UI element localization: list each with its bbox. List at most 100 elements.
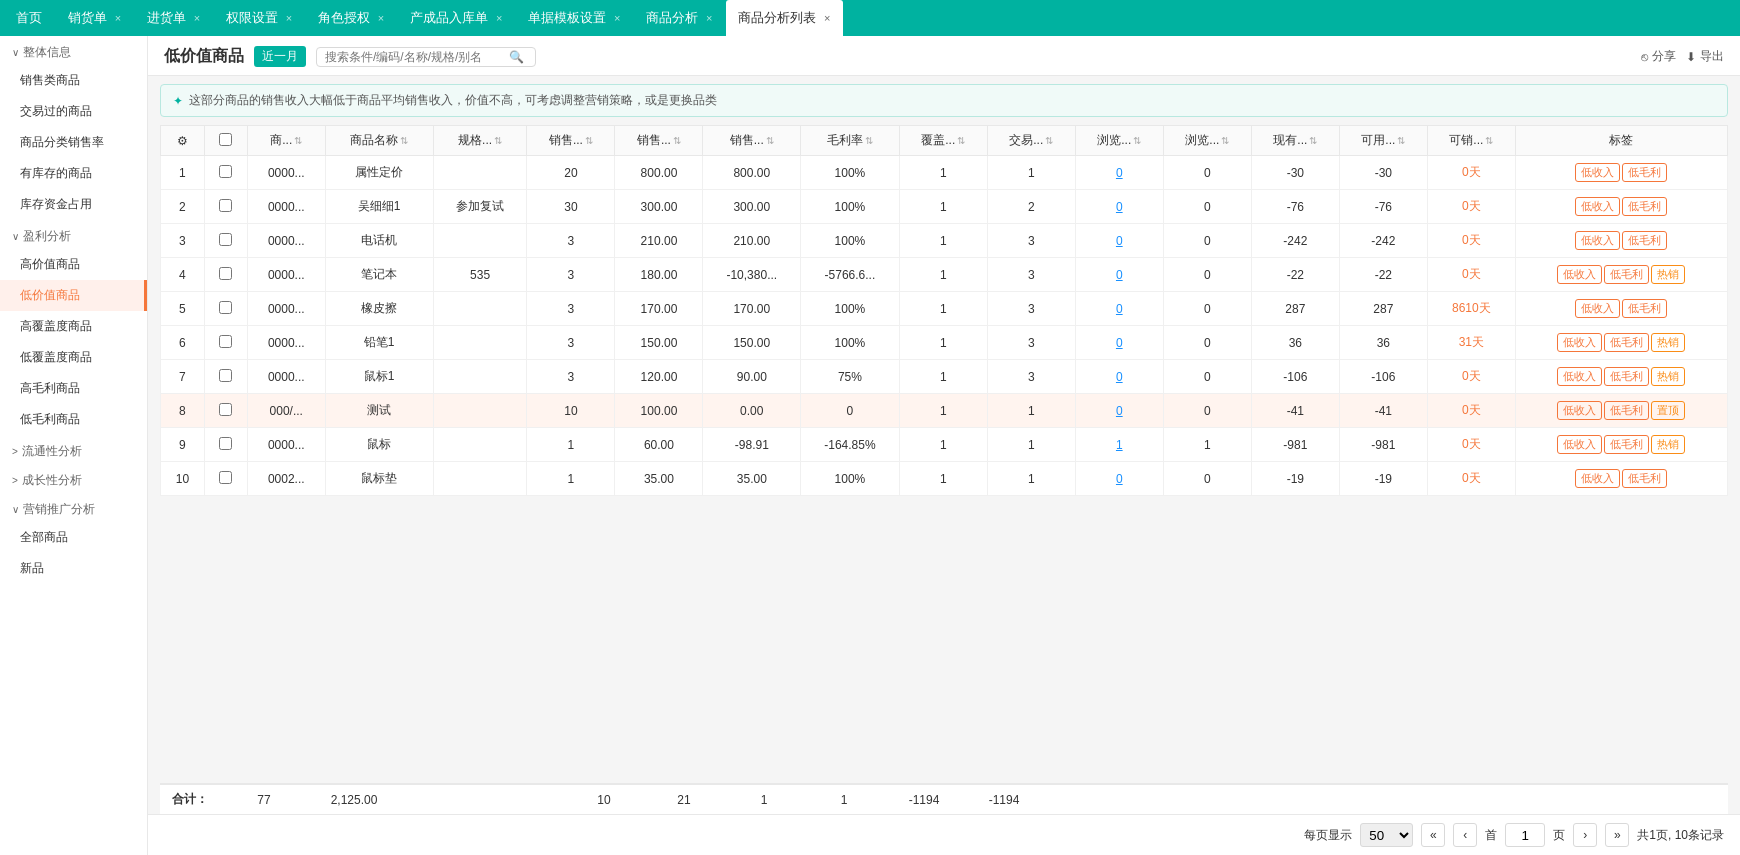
- row-checkbox[interactable]: [219, 301, 232, 314]
- col-code[interactable]: 商...⇅: [248, 126, 325, 156]
- sidebar-item-low-value[interactable]: 低价值商品: [0, 280, 147, 311]
- sidebar-group-growth[interactable]: > 成长性分析: [0, 464, 147, 493]
- export-button[interactable]: ⬇ 导出: [1686, 48, 1724, 65]
- sidebar-item-stock-funds[interactable]: 库存资金占用: [0, 189, 147, 220]
- col-name[interactable]: 商品名称⇅: [325, 126, 433, 156]
- cell-col11[interactable]: 0: [1075, 156, 1163, 190]
- sidebar-item-high-value[interactable]: 高价值商品: [0, 249, 147, 280]
- browse-link[interactable]: 0: [1116, 370, 1123, 384]
- browse-link[interactable]: 0: [1116, 268, 1123, 282]
- col-trade[interactable]: 交易...⇅: [987, 126, 1075, 156]
- close-roles-icon[interactable]: ×: [378, 12, 384, 24]
- cell-checkbox[interactable]: [204, 428, 247, 462]
- cell-checkbox[interactable]: [204, 360, 247, 394]
- nav-product-analysis-list[interactable]: 商品分析列表 ×: [726, 0, 842, 36]
- col-margin[interactable]: 毛利率⇅: [801, 126, 900, 156]
- col-browse2[interactable]: 浏览...⇅: [1163, 126, 1251, 156]
- sidebar-item-category-sales[interactable]: 商品分类销售率: [0, 127, 147, 158]
- search-input[interactable]: [325, 50, 505, 64]
- browse-link[interactable]: 0: [1116, 200, 1123, 214]
- sidebar-item-traded-goods[interactable]: 交易过的商品: [0, 96, 147, 127]
- close-purchase-icon[interactable]: ×: [194, 12, 200, 24]
- select-all-checkbox[interactable]: [219, 133, 232, 146]
- cell-col11[interactable]: 0: [1075, 462, 1163, 496]
- sidebar-item-low-coverage[interactable]: 低覆盖度商品: [0, 342, 147, 373]
- close-permissions-icon[interactable]: ×: [286, 12, 292, 24]
- cell-col11[interactable]: 1: [1075, 428, 1163, 462]
- sidebar-group-overall[interactable]: ∨ 整体信息: [0, 36, 147, 65]
- next-page-button[interactable]: ›: [1573, 823, 1597, 847]
- browse-link[interactable]: 0: [1116, 302, 1123, 316]
- sidebar-item-sales-goods[interactable]: 销售类商品: [0, 65, 147, 96]
- col-browse1[interactable]: 浏览...⇅: [1075, 126, 1163, 156]
- row-checkbox[interactable]: [219, 165, 232, 178]
- cell-col11[interactable]: 0: [1075, 258, 1163, 292]
- cell-checkbox[interactable]: [204, 190, 247, 224]
- sidebar-item-all-goods[interactable]: 全部商品: [0, 522, 147, 553]
- sidebar-item-high-margin[interactable]: 高毛利商品: [0, 373, 147, 404]
- cell-checkbox[interactable]: [204, 156, 247, 190]
- first-page-button[interactable]: «: [1421, 823, 1445, 847]
- cell-checkbox[interactable]: [204, 394, 247, 428]
- nav-purchase[interactable]: 进货单 ×: [135, 0, 212, 36]
- col-checkbox[interactable]: [204, 126, 247, 156]
- close-templates-icon[interactable]: ×: [614, 12, 620, 24]
- browse-link[interactable]: 0: [1116, 404, 1123, 418]
- cell-col11[interactable]: 0: [1075, 394, 1163, 428]
- col-spec[interactable]: 规格...⇅: [433, 126, 527, 156]
- cell-checkbox[interactable]: [204, 326, 247, 360]
- col-settings[interactable]: ⚙: [161, 126, 205, 156]
- cell-col11[interactable]: 0: [1075, 292, 1163, 326]
- nav-permissions[interactable]: 权限设置 ×: [214, 0, 304, 36]
- close-products-in-icon[interactable]: ×: [496, 12, 502, 24]
- row-checkbox[interactable]: [219, 369, 232, 382]
- row-checkbox[interactable]: [219, 199, 232, 212]
- row-checkbox[interactable]: [219, 471, 232, 484]
- col-available-stock[interactable]: 可用...⇅: [1339, 126, 1427, 156]
- cell-checkbox[interactable]: [204, 292, 247, 326]
- cell-checkbox[interactable]: [204, 224, 247, 258]
- cell-col11[interactable]: 0: [1075, 190, 1163, 224]
- col-sales-amount[interactable]: 销售...⇅: [615, 126, 703, 156]
- search-icon[interactable]: 🔍: [509, 50, 524, 64]
- cell-checkbox[interactable]: [204, 258, 247, 292]
- nav-product-analysis[interactable]: 商品分析 ×: [634, 0, 724, 36]
- row-checkbox[interactable]: [219, 233, 232, 246]
- sidebar-item-low-margin[interactable]: 低毛利商品: [0, 404, 147, 435]
- sidebar-group-marketing[interactable]: ∨ 营销推广分析: [0, 493, 147, 522]
- browse-link[interactable]: 1: [1116, 438, 1123, 452]
- nav-home[interactable]: 首页: [4, 0, 54, 36]
- page-number-input[interactable]: [1505, 823, 1545, 847]
- row-checkbox[interactable]: [219, 403, 232, 416]
- nav-templates[interactable]: 单据模板设置 ×: [516, 0, 632, 36]
- browse-link[interactable]: 0: [1116, 336, 1123, 350]
- row-checkbox[interactable]: [219, 267, 232, 280]
- last-page-button[interactable]: »: [1605, 823, 1629, 847]
- cell-col11[interactable]: 0: [1075, 326, 1163, 360]
- browse-link[interactable]: 0: [1116, 166, 1123, 180]
- sidebar-item-high-coverage[interactable]: 高覆盖度商品: [0, 311, 147, 342]
- close-product-analysis-list-icon[interactable]: ×: [824, 12, 830, 24]
- col-sales-profit[interactable]: 销售...⇅: [703, 126, 801, 156]
- col-coverage[interactable]: 覆盖...⇅: [899, 126, 987, 156]
- browse-link[interactable]: 0: [1116, 472, 1123, 486]
- row-checkbox[interactable]: [219, 437, 232, 450]
- nav-products-in[interactable]: 产成品入库单 ×: [398, 0, 514, 36]
- cell-checkbox[interactable]: [204, 462, 247, 496]
- sidebar-group-profit[interactable]: ∨ 盈利分析: [0, 220, 147, 249]
- col-current-stock[interactable]: 现有...⇅: [1251, 126, 1339, 156]
- sidebar-group-circulation[interactable]: > 流通性分析: [0, 435, 147, 464]
- nav-sales[interactable]: 销货单 ×: [56, 0, 133, 36]
- close-product-analysis-icon[interactable]: ×: [706, 12, 712, 24]
- sidebar-item-new-goods[interactable]: 新品: [0, 553, 147, 584]
- sidebar-item-stock-goods[interactable]: 有库存的商品: [0, 158, 147, 189]
- share-button[interactable]: ⎋ 分享: [1641, 48, 1676, 65]
- row-checkbox[interactable]: [219, 335, 232, 348]
- prev-page-button[interactable]: ‹: [1453, 823, 1477, 847]
- cell-col11[interactable]: 0: [1075, 224, 1163, 258]
- table-container[interactable]: ⚙ 商...⇅ 商品名称⇅ 规格...⇅ 销售...⇅ 销售...⇅ 销售...…: [160, 125, 1728, 783]
- cell-col11[interactable]: 0: [1075, 360, 1163, 394]
- browse-link[interactable]: 0: [1116, 234, 1123, 248]
- nav-roles[interactable]: 角色授权 ×: [306, 0, 396, 36]
- close-sales-icon[interactable]: ×: [115, 12, 121, 24]
